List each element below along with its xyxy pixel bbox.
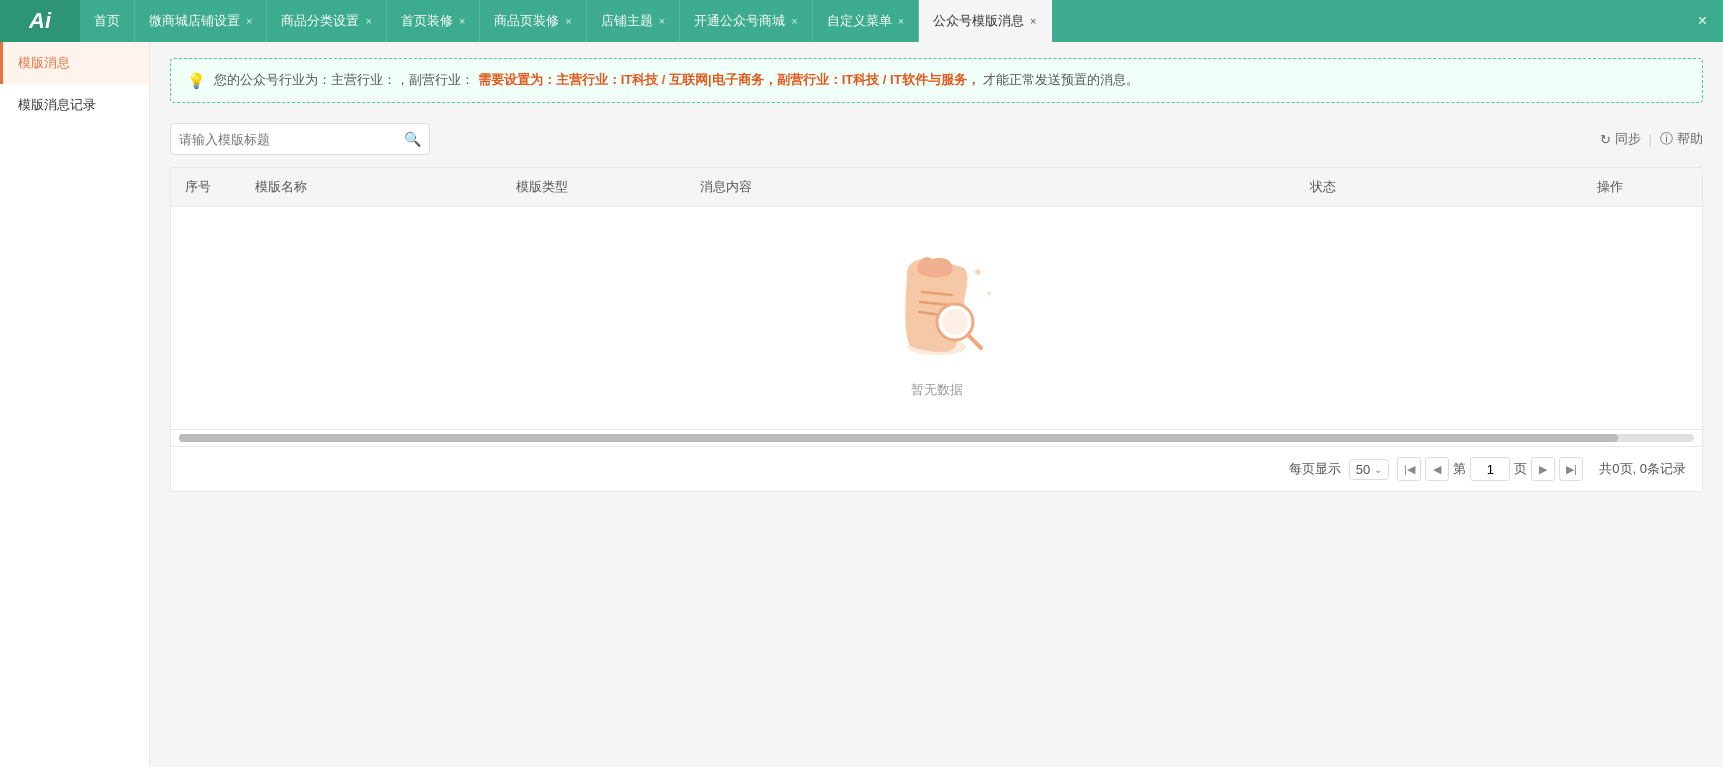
top-navigation: Ai 首页 微商城店铺设置 × 商品分类设置 × 首页装修 × 商品页装修 × … [0, 0, 1723, 42]
empty-text: 暂无数据 [911, 381, 963, 399]
total-info: 共0页, 0条记录 [1599, 460, 1686, 478]
bulb-icon: 💡 [187, 72, 206, 90]
close-all-button[interactable]: × [1682, 12, 1723, 30]
tab-template-msg[interactable]: 公众号模版消息 × [919, 0, 1051, 42]
th-action: 操作 [1519, 168, 1702, 206]
tab-product-decoration[interactable]: 商品页装修 × [480, 0, 586, 42]
notice-text: 您的公众号行业为：主营行业：，副营行业： 需要设置为：主营行业：IT科技 / 互… [214, 71, 1139, 89]
empty-state: ✦ ✦ 暂无数据 [171, 207, 1702, 429]
first-page-button[interactable]: |◀ [1397, 457, 1421, 481]
page-label-before: 第 [1453, 460, 1466, 478]
help-icon: ⓘ [1660, 130, 1673, 148]
sync-button[interactable]: ↻ 同步 [1600, 130, 1641, 148]
sidebar-item-template-record[interactable]: 模版消息记录 [0, 84, 149, 126]
search-row: 🔍 ↻ 同步 | ⓘ 帮助 [170, 123, 1703, 155]
tab-custom-menu[interactable]: 自定义菜单 × [813, 0, 919, 42]
tab-close-category-setting[interactable]: × [365, 15, 371, 27]
chevron-down-icon: ⌄ [1374, 464, 1382, 475]
page-label-after: 页 [1514, 460, 1527, 478]
tab-close-template-msg[interactable]: × [1030, 15, 1036, 27]
svg-point-5 [942, 309, 968, 335]
svg-line-6 [968, 335, 981, 348]
tab-close-custom-menu[interactable]: × [898, 15, 904, 27]
tab-close-home-decoration[interactable]: × [459, 15, 465, 27]
scrollbar-row[interactable] [171, 429, 1702, 446]
last-page-button[interactable]: ▶| [1559, 457, 1583, 481]
help-button[interactable]: ⓘ 帮助 [1660, 130, 1703, 148]
notice-box: 💡 您的公众号行业为：主营行业：，副营行业： 需要设置为：主营行业：IT科技 /… [170, 58, 1703, 103]
page-navigation: |◀ ◀ 第 页 ▶ ▶| [1397, 457, 1583, 481]
tab-close-shop-setting[interactable]: × [246, 15, 252, 27]
svg-text:✦: ✦ [985, 288, 993, 299]
scrollbar-track[interactable] [179, 434, 1694, 442]
search-input-wrap: 🔍 [170, 123, 430, 155]
tab-close-shop-theme[interactable]: × [659, 15, 665, 27]
th-name: 模版名称 [241, 168, 502, 206]
per-page-select[interactable]: 50 ⌄ [1349, 459, 1389, 480]
tab-shop-setting[interactable]: 微商城店铺设置 × [135, 0, 267, 42]
next-page-button[interactable]: ▶ [1531, 457, 1555, 481]
main-content: 💡 您的公众号行业为：主营行业：，副营行业： 需要设置为：主营行业：IT科技 /… [150, 42, 1723, 767]
table-header: 序号 模版名称 模版类型 消息内容 状态 操作 [171, 168, 1702, 207]
svg-text:✦: ✦ [972, 264, 984, 280]
sidebar: 模版消息 模版消息记录 [0, 42, 150, 767]
tab-home[interactable]: 首页 [80, 0, 135, 42]
tab-bar: 首页 微商城店铺设置 × 商品分类设置 × 首页装修 × 商品页装修 × 店铺主… [80, 0, 1682, 42]
th-seq: 序号 [171, 168, 241, 206]
search-input[interactable] [179, 132, 404, 147]
per-page-label: 每页显示 [1289, 460, 1341, 478]
page-number-input[interactable] [1470, 457, 1510, 481]
main-layout: 模版消息 模版消息记录 💡 您的公众号行业为：主营行业：，副营行业： 需要设置为… [0, 42, 1723, 767]
prev-page-button[interactable]: ◀ [1425, 457, 1449, 481]
app-logo: Ai [0, 0, 80, 42]
scrollbar-thumb[interactable] [179, 434, 1618, 442]
empty-illustration: ✦ ✦ [877, 247, 997, 367]
pagination-row: 每页显示 50 ⌄ |◀ ◀ 第 页 ▶ ▶| 共0页, 0条记录 [171, 446, 1702, 491]
th-type: 模版类型 [502, 168, 685, 206]
data-table: 序号 模版名称 模版类型 消息内容 状态 操作 [170, 167, 1703, 492]
th-content: 消息内容 [686, 168, 1297, 206]
toolbar-right: ↻ 同步 | ⓘ 帮助 [1600, 130, 1703, 148]
tab-category-setting[interactable]: 商品分类设置 × [267, 0, 386, 42]
toolbar-divider: | [1649, 132, 1652, 147]
tab-shop-theme[interactable]: 店铺主题 × [587, 0, 680, 42]
search-icon[interactable]: 🔍 [404, 131, 421, 147]
sync-icon: ↻ [1600, 132, 1611, 147]
th-status: 状态 [1296, 168, 1518, 206]
tab-open-mall[interactable]: 开通公众号商城 × [680, 0, 812, 42]
sidebar-item-template-msg[interactable]: 模版消息 [0, 42, 149, 84]
tab-home-decoration[interactable]: 首页装修 × [387, 0, 480, 42]
tab-close-open-mall[interactable]: × [791, 15, 797, 27]
tab-close-product-decoration[interactable]: × [565, 15, 571, 27]
